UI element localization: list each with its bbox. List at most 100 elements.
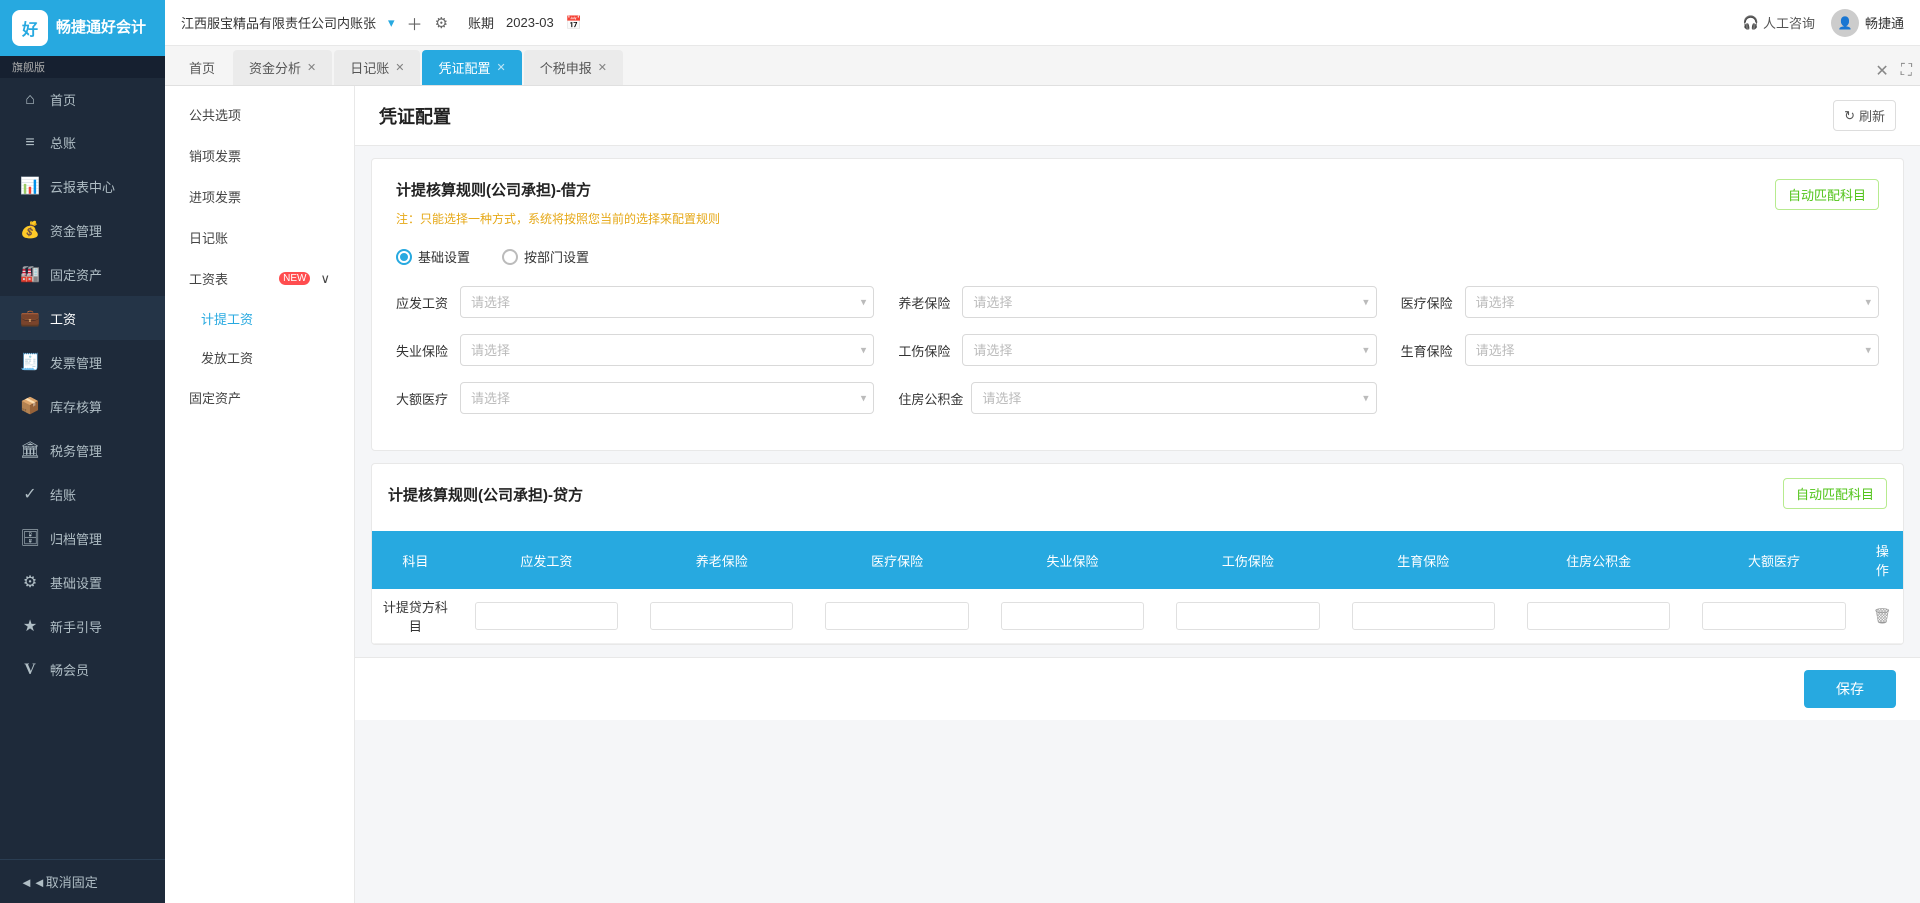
tab-journal[interactable]: 日记账 ✕ [334,50,420,85]
radio-department[interactable]: 按部门设置 [502,247,589,266]
td-pension-input[interactable] [650,602,793,630]
sidebar-item-reports[interactable]: 📊 云报表中心 [0,164,165,208]
td-large-medical-input[interactable] [1702,602,1845,630]
expand-window-icon[interactable]: ⛶ [1901,62,1912,80]
delete-row-button[interactable]: 🗑 [1873,608,1892,625]
sidebar-item-inventory[interactable]: 📦 库存核算 [0,384,165,428]
select-pension-wrapper: 请选择 ▾ [962,286,1376,318]
sidebar-item-ledger[interactable]: ≡ 总账 [0,121,165,164]
field-work-injury: 工伤保险 请选择 ▾ [898,334,1376,366]
tab-voucher-close[interactable]: ✕ [497,61,506,74]
content-area: 公共选项 销项发票 进项发票 日记账 工资表 NEW ∨ 计提工资 发放工资 固… [165,86,1920,903]
sidebar-item-vip[interactable]: V 畅会员 [0,648,165,691]
sidebar-unpin[interactable]: ◄◄取消固定 [0,859,165,903]
sidebar-item-invoices[interactable]: 🧾 发票管理 [0,340,165,384]
select-unemployment[interactable]: 请选择 [460,334,874,366]
section1-header-row: 计提核算规则(公司承担)-借方 注：只能选择一种方式，系统将按照您当前的选择来配… [396,179,1879,241]
submenu-fixed-assets[interactable]: 固定资产 [165,377,354,418]
window-controls: ✕ ⛶ [1875,61,1912,85]
sidebar-label-tax: 税务管理 [50,441,102,460]
close-window-icon[interactable]: ✕ [1875,61,1888,81]
td-maternity-input-cell [1336,589,1511,644]
tab-funds-close[interactable]: ✕ [307,61,316,74]
radio-basic[interactable]: 基础设置 [396,247,470,266]
select-pension[interactable]: 请选择 [962,286,1376,318]
td-housing-fund-input-cell [1511,589,1686,644]
company-dropdown-icon[interactable]: ▾ [388,15,395,31]
tab-tax[interactable]: 个税申报 ✕ [524,50,623,85]
save-button[interactable]: 保存 [1804,670,1896,708]
auto-match-credit-button[interactable]: 自动匹配科目 [1783,478,1887,509]
assets-icon: 🏭 [20,264,40,284]
select-large-medical-wrapper: 请选择 ▾ [460,382,874,414]
page-content: 凭证配置 ↻ 刷新 计提核算规则(公司承担)-借方 注：只能选择一种方式，系统将… [355,86,1920,903]
td-medical-input[interactable] [825,602,968,630]
tab-tax-close[interactable]: ✕ [598,61,607,74]
select-large-medical[interactable]: 请选择 [460,382,874,414]
sidebar-item-home[interactable]: ⌂ 首页 [0,78,165,121]
sidebar-item-assets[interactable]: 🏭 固定资产 [0,252,165,296]
select-unemployment-wrapper: 请选择 ▾ [460,334,874,366]
sidebar-nav: ⌂ 首页 ≡ 总账 📊 云报表中心 💰 资金管理 🏭 固定资产 💼 工资 🧾 发… [0,78,165,859]
sidebar-item-closing[interactable]: ✓ 结账 [0,472,165,516]
submenu-public[interactable]: 公共选项 [165,94,354,135]
td-medical-input-cell [809,589,984,644]
tax-icon: 🏛 [20,440,40,460]
td-large-medical-input-cell [1686,589,1861,644]
tab-home[interactable]: 首页 [173,50,231,85]
closing-icon: ✓ [20,484,40,504]
th-maternity: 生育保险 [1336,531,1511,589]
select-maternity[interactable]: 请选择 [1465,334,1879,366]
sidebar-label-assets: 固定资产 [50,265,102,284]
radio-group: 基础设置 按部门设置 [396,247,1879,266]
calendar-icon[interactable]: 📅 [566,15,582,31]
refresh-icon: ↻ [1844,108,1855,124]
sidebar-item-salary[interactable]: 💼 工资 [0,296,165,340]
settings-button[interactable]: ⚙ [435,14,448,32]
add-company-button[interactable]: ＋ [407,11,423,35]
label-work-injury: 工伤保险 [898,341,954,360]
field-empty [1401,382,1879,414]
username: 畅捷通 [1865,13,1904,32]
submenu-salary-table[interactable]: 工资表 NEW ∨ [165,258,354,299]
tab-funds[interactable]: 资金分析 ✕ [233,50,332,85]
home-icon: ⌂ [20,91,40,109]
tab-journal-close[interactable]: ✕ [395,61,404,74]
submenu-pay-salary[interactable]: 发放工资 [165,338,354,377]
field-maternity: 生育保险 请选择 ▾ [1401,334,1879,366]
select-work-injury[interactable]: 请选择 [962,334,1376,366]
auto-match-debit-button[interactable]: 自动匹配科目 [1775,179,1879,210]
submenu-journal[interactable]: 日记账 [165,217,354,258]
td-unemployment-input[interactable] [1001,602,1144,630]
sidebar-item-settings[interactable]: ⚙ 基础设置 [0,560,165,604]
user-menu[interactable]: 👤 畅捷通 [1831,9,1904,37]
label-pension: 养老保险 [898,293,954,312]
submenu-sales-invoice[interactable]: 销项发票 [165,135,354,176]
submenu-calc-salary[interactable]: 计提工资 [165,299,354,338]
sidebar-item-funds[interactable]: 💰 资金管理 [0,208,165,252]
td-work-injury-input[interactable] [1176,602,1319,630]
sidebar-item-guide[interactable]: ★ 新手引导 [0,604,165,648]
refresh-button[interactable]: ↻ 刷新 [1833,100,1896,131]
th-subject: 科目 [372,531,459,589]
td-housing-fund-input[interactable] [1527,602,1670,630]
avatar: 👤 [1831,9,1859,37]
td-wage-input[interactable] [475,602,618,630]
sidebar-label-archive: 归档管理 [50,529,102,548]
support-label: 人工咨询 [1763,13,1815,32]
submenu-purchase-invoice[interactable]: 进项发票 [165,176,354,217]
select-medical[interactable]: 请选择 [1465,286,1879,318]
select-housing-fund[interactable]: 请选择 [971,382,1376,414]
tab-voucher[interactable]: 凭证配置 ✕ [422,50,521,85]
sidebar-item-tax[interactable]: 🏛 税务管理 [0,428,165,472]
topbar: 江西服宝精品有限责任公司内账张 ▾ ＋ ⚙ 账期 2023-03 📅 🎧 人工咨… [165,0,1920,46]
td-wage-input-cell [459,589,634,644]
td-subject-label: 计提贷方科目 [372,589,459,644]
section2-title: 计提核算规则(公司承担)-贷方 [388,484,583,505]
td-maternity-input[interactable] [1352,602,1495,630]
sidebar-item-archive[interactable]: 🗄 归档管理 [0,516,165,560]
support-button[interactable]: 🎧 人工咨询 [1743,13,1815,32]
select-wage[interactable]: 请选择 [460,286,874,318]
credit-rules-section: 计提核算规则(公司承担)-贷方 自动匹配科目 科目 应发工资 养老保险 医疗保险… [371,463,1904,645]
label-large-medical: 大额医疗 [396,389,452,408]
